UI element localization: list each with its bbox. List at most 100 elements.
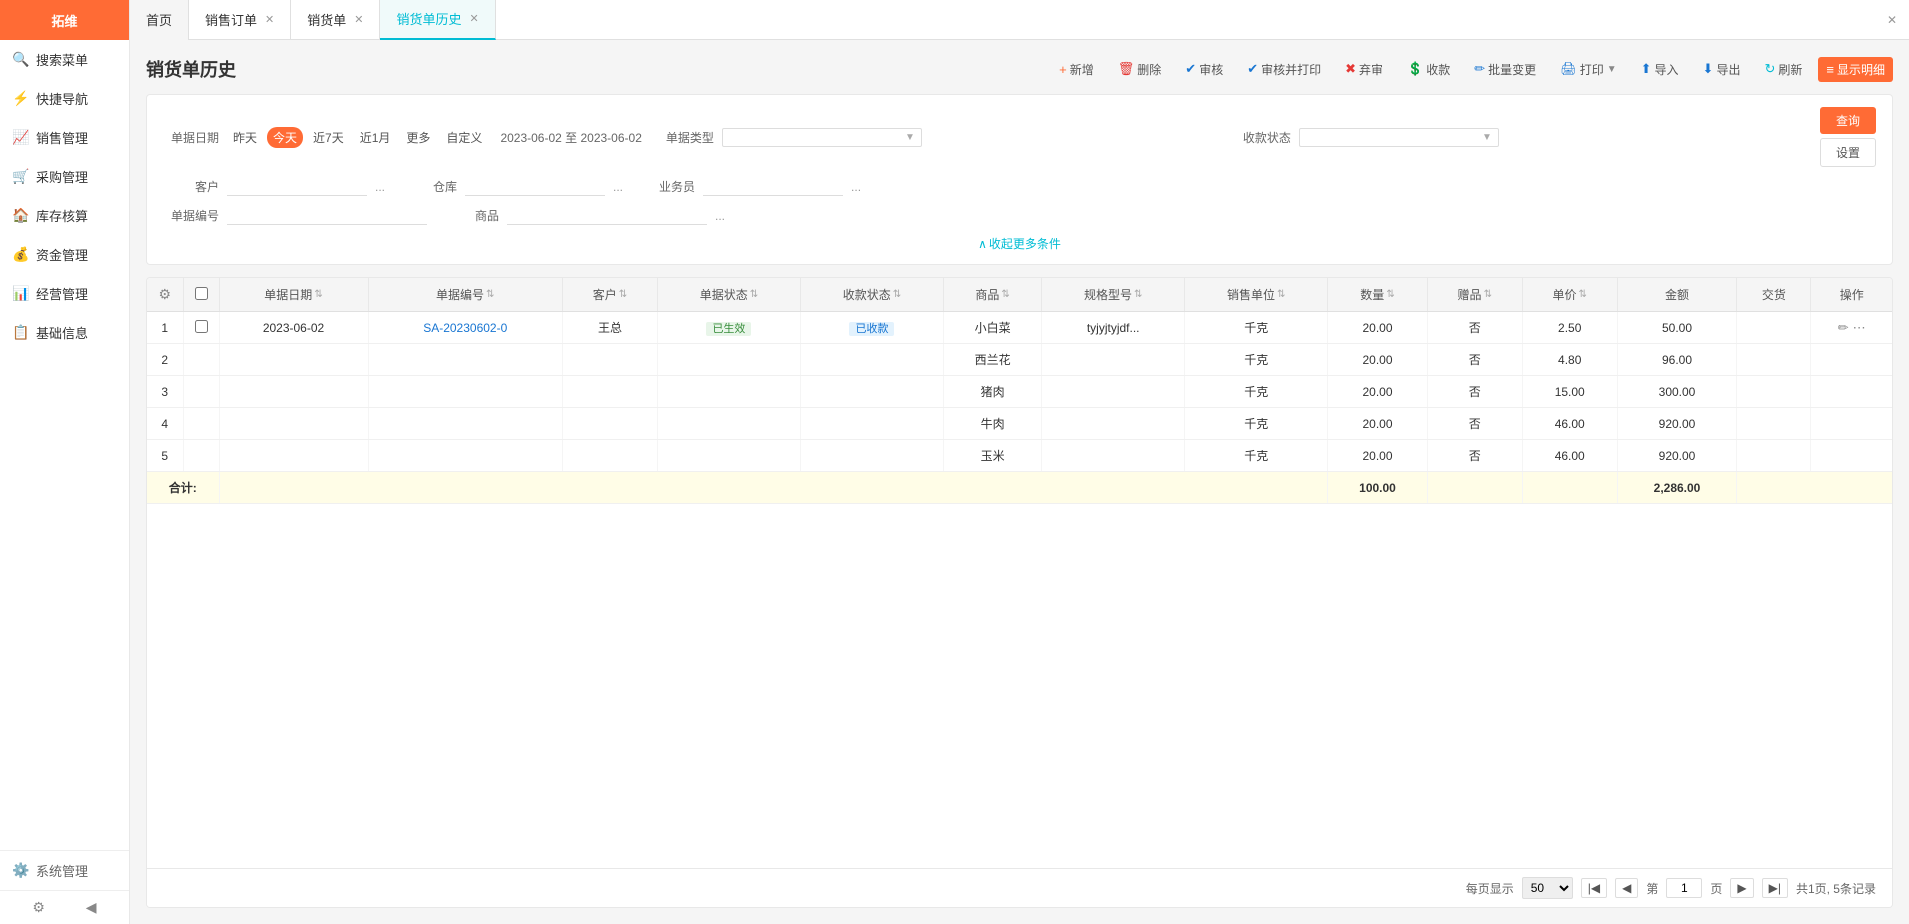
- cell-price: 2.50: [1522, 312, 1617, 344]
- date-tab-custom[interactable]: 自定义: [440, 127, 488, 148]
- doc-no-link[interactable]: SA-20230602-0: [423, 321, 507, 335]
- sidebar-item-purchase-mgmt[interactable]: 🛒 采购管理: [0, 157, 129, 196]
- th-doc-date[interactable]: 单据日期 ⇅: [219, 278, 368, 312]
- batch-change-button[interactable]: ✏ 批量变更: [1466, 57, 1544, 82]
- cell-doc-status: [657, 376, 800, 408]
- sidebar-item-sys-mgmt[interactable]: ⚙️ 系统管理: [0, 851, 129, 890]
- customer-label: 客户: [163, 178, 219, 195]
- tab-sales-order-close[interactable]: ✕: [265, 13, 274, 26]
- doc-type-select[interactable]: ▼: [722, 128, 922, 147]
- import-button[interactable]: ⬆ 导入: [1633, 57, 1687, 82]
- sidebar-item-quick-nav[interactable]: ⚡ 快捷导航: [0, 79, 129, 118]
- sidebar-item-inventory[interactable]: 🏠 库存核算: [0, 196, 129, 235]
- query-button[interactable]: 查询: [1820, 107, 1876, 134]
- pagination-bar: 每页显示 50 100 200 |◀ ◀ 第 页 ▶ ▶| 共1页, 5条记录: [147, 868, 1892, 907]
- payment-status-select[interactable]: ▼: [1299, 128, 1499, 147]
- delete-icon: 🗑: [1118, 61, 1135, 77]
- warehouse-input[interactable]: [465, 177, 605, 196]
- goods-input[interactable]: [507, 206, 707, 225]
- th-gift[interactable]: 赠品 ⇅: [1427, 278, 1522, 312]
- display-detail-button[interactable]: ≡ 显示明细: [1818, 57, 1893, 82]
- warehouse-dots[interactable]: ...: [613, 180, 623, 194]
- sidebar-collapse-button[interactable]: ◀: [86, 899, 97, 916]
- sidebar-item-finance[interactable]: 💰 资金管理: [0, 235, 129, 274]
- sidebar-item-base-info[interactable]: 📋 基础信息: [0, 313, 129, 352]
- tab-sales-delivery-close[interactable]: ✕: [354, 13, 363, 26]
- page-number-input[interactable]: [1666, 878, 1702, 898]
- cell-customer: [562, 376, 657, 408]
- date-tab-7days[interactable]: 近7天: [307, 127, 350, 148]
- new-button[interactable]: + 新增: [1051, 57, 1102, 82]
- toolbar: + 新增 🗑 删除 ✔ 审核 ✔ 审核并打印 ✖ 弃审: [1051, 57, 1893, 82]
- edit-action-icon[interactable]: ✏: [1838, 320, 1849, 336]
- export-button[interactable]: ⬇ 导出: [1695, 57, 1749, 82]
- cell-actions: [1811, 408, 1892, 440]
- date-range-value: 2023-06-02 至 2023-06-02: [500, 129, 641, 146]
- cell-price: 46.00: [1522, 440, 1617, 472]
- customer-input[interactable]: [227, 177, 367, 196]
- cell-goods: 牛肉: [943, 408, 1041, 440]
- date-tab-yesterday[interactable]: 昨天: [227, 127, 263, 148]
- cell-transaction: [1737, 440, 1811, 472]
- audit-button[interactable]: ✔ 审核: [1177, 57, 1231, 82]
- page-size-select[interactable]: 50 100 200: [1522, 877, 1573, 899]
- page-first-button[interactable]: |◀: [1581, 878, 1607, 898]
- abandon-button[interactable]: ✖ 弃审: [1337, 57, 1391, 82]
- th-settings[interactable]: ⚙: [147, 278, 183, 312]
- th-doc-status[interactable]: 单据状态 ⇅: [657, 278, 800, 312]
- th-unit[interactable]: 销售单位 ⇅: [1185, 278, 1328, 312]
- row-checkbox[interactable]: [195, 320, 208, 333]
- delete-button[interactable]: 🗑 删除: [1110, 57, 1170, 82]
- cell-payment-status: [800, 344, 943, 376]
- collect-button[interactable]: 💲 收款: [1399, 57, 1458, 82]
- cell-doc-date: [219, 376, 368, 408]
- page-prev-button[interactable]: ◀: [1615, 878, 1638, 898]
- sidebar-item-ops-mgmt[interactable]: 📊 经营管理: [0, 274, 129, 313]
- th-goods[interactable]: 商品 ⇅: [943, 278, 1041, 312]
- salesperson-dots[interactable]: ...: [851, 180, 861, 194]
- sort-price-icon: ⇅: [1579, 289, 1587, 300]
- cell-doc-date: 2023-06-02: [219, 312, 368, 344]
- tab-sales-history[interactable]: 销货单历史 ✕: [380, 0, 495, 40]
- tab-sales-order[interactable]: 销售订单 ✕: [189, 0, 291, 40]
- th-spec[interactable]: 规格型号 ⇅: [1042, 278, 1185, 312]
- table-settings-gear[interactable]: ⚙: [158, 286, 171, 303]
- cell-goods: 西兰花: [943, 344, 1041, 376]
- th-checkbox: [183, 278, 219, 312]
- goods-dots[interactable]: ...: [715, 209, 725, 223]
- th-customer[interactable]: 客户 ⇅: [562, 278, 657, 312]
- docno-input[interactable]: [227, 206, 427, 225]
- page-last-button[interactable]: ▶|: [1762, 878, 1788, 898]
- th-doc-no[interactable]: 单据编号 ⇅: [368, 278, 562, 312]
- salesperson-input[interactable]: [703, 177, 843, 196]
- select-all-checkbox[interactable]: [195, 287, 208, 300]
- sidebar-item-sales-mgmt[interactable]: 📈 销售管理: [0, 118, 129, 157]
- sidebar-settings-button[interactable]: ⚙: [32, 899, 45, 916]
- date-tab-1month[interactable]: 近1月: [354, 127, 397, 148]
- cell-goods: 小白菜: [943, 312, 1041, 344]
- print-button[interactable]: 🖨 打印 ▼: [1552, 57, 1624, 82]
- tab-sales-delivery[interactable]: 销货单 ✕: [291, 0, 380, 40]
- cell-price: 46.00: [1522, 408, 1617, 440]
- date-tab-today[interactable]: 今天: [267, 127, 303, 148]
- cell-gift: 否: [1427, 408, 1522, 440]
- th-qty[interactable]: 数量 ⇅: [1328, 278, 1428, 312]
- table-scroll[interactable]: ⚙ 单据日期 ⇅: [147, 278, 1892, 868]
- more-action-icon[interactable]: ⋯: [1853, 320, 1866, 336]
- settings-button[interactable]: 设置: [1820, 138, 1876, 167]
- page-next-button[interactable]: ▶: [1730, 878, 1753, 898]
- tab-sales-history-close[interactable]: ✕: [470, 12, 479, 25]
- cell-checkbox: [183, 376, 219, 408]
- tab-home[interactable]: 首页: [130, 0, 189, 40]
- sidebar-item-search-menu[interactable]: 🔍 搜索菜单: [0, 40, 129, 79]
- audit-print-button[interactable]: ✔ 审核并打印: [1239, 57, 1329, 82]
- close-all-tabs-button[interactable]: ✕: [1875, 13, 1909, 27]
- th-payment-status[interactable]: 收款状态 ⇅: [800, 278, 943, 312]
- date-tab-more[interactable]: 更多: [400, 127, 436, 148]
- collapse-button[interactable]: ∧ 收起更多条件: [978, 235, 1061, 252]
- cell-actions: [1811, 376, 1892, 408]
- customer-dots[interactable]: ...: [375, 180, 385, 194]
- cell-customer: [562, 440, 657, 472]
- th-price[interactable]: 单价 ⇅: [1522, 278, 1617, 312]
- refresh-button[interactable]: ↻ 刷新: [1756, 57, 1810, 82]
